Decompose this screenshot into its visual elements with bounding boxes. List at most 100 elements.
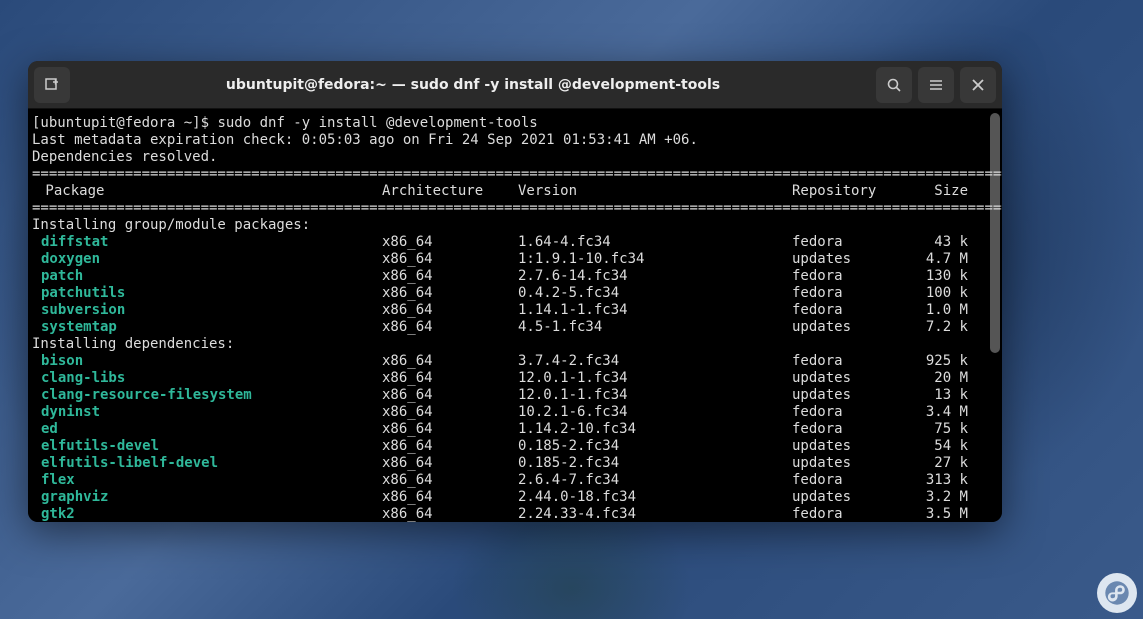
pkg-name-cell: elfutils-devel xyxy=(32,438,382,455)
pkg-version: 1.64-4.fc34 xyxy=(518,234,792,251)
terminal-line: [ubuntupit@fedora ~]$ sudo dnf -y instal… xyxy=(32,115,998,132)
package-row: doxygenx86_641:1.9.1-10.fc34updates4.7 M xyxy=(32,251,998,268)
pkg-name-cell: patchutils xyxy=(32,285,382,302)
pkg-arch: x86_64 xyxy=(382,506,518,522)
pkg-name: patch xyxy=(41,268,83,284)
pkg-version: 12.0.1-1.fc34 xyxy=(518,387,792,404)
package-row: systemtapx86_644.5-1.fc34updates7.2 k xyxy=(32,319,998,336)
package-row: clang-resource-filesystemx86_6412.0.1-1.… xyxy=(32,387,998,404)
pkg-size: 313 k xyxy=(908,472,968,489)
pkg-name-cell: ed xyxy=(32,421,382,438)
terminal-body[interactable]: [ubuntupit@fedora ~]$ sudo dnf -y instal… xyxy=(28,109,1002,522)
pkg-name: elfutils-devel xyxy=(41,438,159,454)
pkg-name: doxygen xyxy=(41,251,100,267)
command-text: sudo dnf -y install @development-tools xyxy=(217,115,537,131)
pkg-name-cell: gtk2 xyxy=(32,506,382,522)
pkg-name-cell: patch xyxy=(32,268,382,285)
pkg-repo: updates xyxy=(792,387,908,404)
pkg-size: 925 k xyxy=(908,353,968,370)
pkg-arch: x86_64 xyxy=(382,421,518,438)
pkg-repo: updates xyxy=(792,319,908,336)
pkg-size: 100 k xyxy=(908,285,968,302)
pkg-name-cell: dyninst xyxy=(32,404,382,421)
pkg-size: 7.2 k xyxy=(908,319,968,336)
package-row: patchx86_642.7.6-14.fc34fedora130 k xyxy=(32,268,998,285)
pkg-version: 2.44.0-18.fc34 xyxy=(518,489,792,506)
package-row: bison x86_643.7.4-2.fc34fedora925 k xyxy=(32,353,998,370)
menu-button[interactable] xyxy=(918,67,954,103)
package-row: elfutils-develx86_640.185-2.fc34updates5… xyxy=(32,438,998,455)
pkg-name-cell: graphviz xyxy=(32,489,382,506)
pkg-arch: x86_64 xyxy=(382,404,518,421)
pkg-name-cell: subversion xyxy=(32,302,382,319)
pkg-name: ed xyxy=(41,421,58,437)
package-row: dyninst x86_6410.2.1-6.fc34fedora3.4 M xyxy=(32,404,998,421)
pkg-name-cell: doxygen xyxy=(32,251,382,268)
pkg-size: 54 k xyxy=(908,438,968,455)
pkg-version: 0.185-2.fc34 xyxy=(518,455,792,472)
pkg-arch: x86_64 xyxy=(382,387,518,404)
pkg-arch: x86_64 xyxy=(382,353,518,370)
package-row: edx86_641.14.2-10.fc34fedora75 k xyxy=(32,421,998,438)
pkg-size: 3.5 M xyxy=(908,506,968,522)
pkg-name: flex xyxy=(41,472,75,488)
section-deps: Installing dependencies: xyxy=(32,336,998,353)
pkg-name: dyninst xyxy=(41,404,100,420)
pkg-arch: x86_64 xyxy=(382,302,518,319)
pkg-size: 130 k xyxy=(908,268,968,285)
search-button[interactable] xyxy=(876,67,912,103)
header-package: Package xyxy=(32,183,382,200)
pkg-size: 1.0 M xyxy=(908,302,968,319)
pkg-name: clang-libs xyxy=(41,370,125,386)
package-row: patchutilsx86_640.4.2-5.fc34fedora100 k xyxy=(32,285,998,302)
pkg-version: 10.2.1-6.fc34 xyxy=(518,404,792,421)
divider-line: ========================================… xyxy=(32,200,998,217)
package-row: gtk2x86_642.24.33-4.fc34fedora3.5 M xyxy=(32,506,998,522)
pkg-name: systemtap xyxy=(41,319,117,335)
package-row: flexx86_642.6.4-7.fc34fedora313 k xyxy=(32,472,998,489)
package-row: subversionx86_641.14.1-1.fc34fedora1.0 M xyxy=(32,302,998,319)
pkg-arch: x86_64 xyxy=(382,319,518,336)
pkg-arch: x86_64 xyxy=(382,489,518,506)
pkg-version: 2.24.33-4.fc34 xyxy=(518,506,792,522)
pkg-version: 3.7.4-2.fc34 xyxy=(518,353,792,370)
pkg-repo: fedora xyxy=(792,404,908,421)
pkg-size: 3.4 M xyxy=(908,404,968,421)
header-repo: Repository xyxy=(792,183,908,200)
hamburger-icon xyxy=(928,77,944,93)
pkg-repo: updates xyxy=(792,370,908,387)
fedora-activities-logo[interactable] xyxy=(1097,573,1137,613)
pkg-repo: fedora xyxy=(792,302,908,319)
pkg-version: 1:1.9.1-10.fc34 xyxy=(518,251,792,268)
pkg-arch: x86_64 xyxy=(382,251,518,268)
pkg-repo: fedora xyxy=(792,285,908,302)
pkg-version: 2.7.6-14.fc34 xyxy=(518,268,792,285)
pkg-repo: fedora xyxy=(792,421,908,438)
package-row: clang-libsx86_6412.0.1-1.fc34updates20 M xyxy=(32,370,998,387)
pkg-repo: updates xyxy=(792,438,908,455)
package-row: graphvizx86_642.44.0-18.fc34updates3.2 M xyxy=(32,489,998,506)
pkg-name-cell: flex xyxy=(32,472,382,489)
divider-line: ========================================… xyxy=(32,166,998,183)
close-button[interactable] xyxy=(960,67,996,103)
close-icon xyxy=(971,78,985,92)
pkg-name-cell: diffstat xyxy=(32,234,382,251)
pkg-version: 1.14.1-1.fc34 xyxy=(518,302,792,319)
pkg-name: bison xyxy=(41,353,83,369)
window-titlebar: ubuntupit@fedora:~ — sudo dnf -y install… xyxy=(28,61,1002,109)
pkg-repo: fedora xyxy=(792,234,908,251)
terminal-window: ubuntupit@fedora:~ — sudo dnf -y install… xyxy=(28,61,1002,522)
pkg-repo: fedora xyxy=(792,268,908,285)
pkg-repo: fedora xyxy=(792,353,908,370)
pkg-version: 0.185-2.fc34 xyxy=(518,438,792,455)
pkg-name: diffstat xyxy=(41,234,108,250)
pkg-repo: updates xyxy=(792,251,908,268)
window-title: ubuntupit@fedora:~ — sudo dnf -y install… xyxy=(76,77,870,93)
pkg-size: 13 k xyxy=(908,387,968,404)
pkg-arch: x86_64 xyxy=(382,472,518,489)
new-tab-button[interactable] xyxy=(34,67,70,103)
pkg-repo: fedora xyxy=(792,472,908,489)
header-version: Version xyxy=(518,183,792,200)
pkg-name: elfutils-libelf-devel xyxy=(41,455,218,471)
deps-line: Dependencies resolved. xyxy=(32,149,998,166)
